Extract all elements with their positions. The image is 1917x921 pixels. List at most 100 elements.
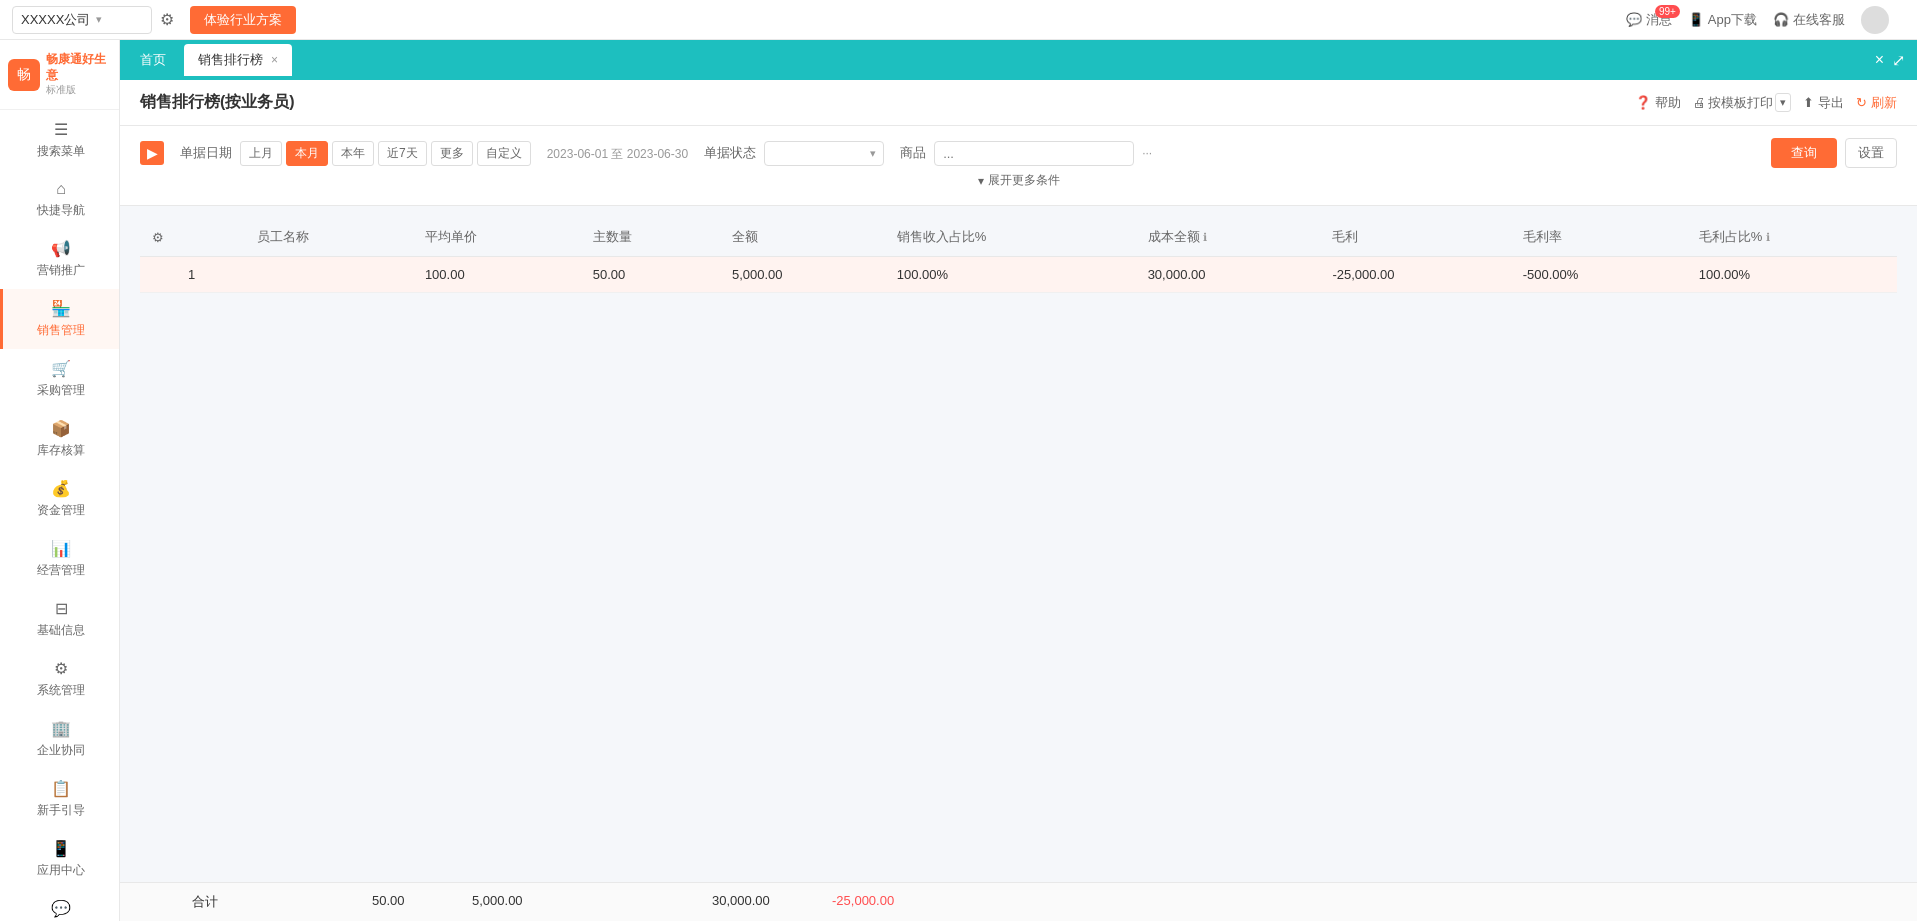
- print-icon: 🖨: [1693, 95, 1706, 110]
- company-name: XXXXX公司: [21, 11, 90, 29]
- col-sales-pct: 销售收入占比%: [885, 218, 1136, 257]
- chevron-down-icon: ▾: [96, 13, 102, 26]
- table-header: ⚙ 员工名称 平均单价 主数量 全额 销售收入占比% 成本全额 ℹ 毛利 毛利率…: [140, 218, 1897, 257]
- company-selector[interactable]: XXXXX公司 ▾: [12, 6, 152, 34]
- sales-icon: 🏪: [51, 299, 71, 318]
- row-avg-price: 100.00: [413, 257, 581, 293]
- sidebar-item-guide[interactable]: 📋 新手引导: [0, 769, 119, 829]
- top-right-actions: 💬 消息 99+ 📱 App下载 🎧 在线客服: [1626, 6, 1905, 34]
- goods-input[interactable]: [934, 141, 1134, 166]
- purchase-icon: 🛒: [51, 359, 71, 378]
- print-chevron-icon[interactable]: ▾: [1775, 93, 1791, 112]
- logo-title: 畅康通好生意: [46, 52, 111, 83]
- help-button[interactable]: ❓ 帮助: [1635, 94, 1681, 112]
- tab-home[interactable]: 首页: [124, 40, 182, 80]
- app-icon: 📱: [51, 839, 71, 858]
- header-row: ⚙ 员工名称 平均单价 主数量 全额 销售收入占比% 成本全额 ℹ 毛利 毛利率…: [140, 218, 1897, 257]
- row-qty: 50.00: [581, 257, 720, 293]
- sidebar-item-search-order[interactable]: ☰ 搜索菜单: [0, 110, 119, 170]
- goods-more-icon[interactable]: ···: [1142, 146, 1152, 160]
- sidebar-label: 搜索菜单: [37, 143, 85, 160]
- date-more[interactable]: 更多: [431, 141, 473, 166]
- date-filter: 单据日期 上月 本月 本年 近7天 更多 自定义: [180, 141, 531, 166]
- goods-filter: 商品 ···: [900, 141, 1152, 166]
- marketing-icon: 📢: [51, 239, 71, 258]
- row-employee: [245, 257, 413, 293]
- date-7days[interactable]: 近7天: [378, 141, 427, 166]
- date-this-year[interactable]: 本年: [332, 141, 374, 166]
- footer-sales-pct: [592, 893, 712, 911]
- sidebar-item-quick-nav[interactable]: ⌂ 快捷导航: [0, 170, 119, 229]
- date-buttons: 上月 本月 本年 近7天 更多 自定义: [240, 141, 531, 166]
- tab-label: 销售排行榜: [198, 51, 263, 69]
- sidebar-item-operation[interactable]: 📊 经营管理: [0, 529, 119, 589]
- sidebar-label: 销售管理: [37, 322, 85, 339]
- window-close-icon[interactable]: ×: [1875, 51, 1884, 69]
- window-expand-icon[interactable]: ⤢: [1892, 51, 1905, 70]
- app-download-button[interactable]: 📱 App下载: [1688, 11, 1757, 29]
- settings-action-button[interactable]: 设置: [1845, 138, 1897, 168]
- sidebar-label: 快捷导航: [37, 202, 85, 219]
- page-title: 销售排行榜(按业务员): [140, 92, 295, 113]
- sidebar-item-sales[interactable]: 🏪 销售管理: [0, 289, 119, 349]
- headset-icon: 🎧: [1773, 12, 1789, 27]
- date-range-text: 2023-06-01 至 2023-06-30: [547, 146, 688, 163]
- sidebar-item-wechat[interactable]: 💬 企业微信: [0, 889, 119, 921]
- sidebar-item-finance[interactable]: 💰 资金管理: [0, 469, 119, 529]
- sidebar-item-marketing[interactable]: 📢 营销推广: [0, 229, 119, 289]
- cost-info-icon[interactable]: ℹ: [1203, 231, 1207, 243]
- footer-row: 合计 50.00 5,000.00 30,000.00 -25,000.00: [152, 893, 1885, 911]
- sidebar-item-basic[interactable]: ⊟ 基础信息: [0, 589, 119, 649]
- top-bar: XXXXX公司 ▾ ⚙ 体验行业方案 💬 消息 99+ 📱 App下载 🎧 在线…: [0, 0, 1917, 40]
- col-amount: 全额: [720, 218, 885, 257]
- tab-bar-right: × ⤢: [1875, 51, 1913, 70]
- settings-icon[interactable]: ⚙: [160, 10, 174, 29]
- filter-area: ▶ 单据日期 上月 本月 本年 近7天 更多 自定义: [120, 126, 1917, 206]
- logo-area: 畅 畅康通好生意 标准版: [0, 40, 119, 110]
- row-settings: [140, 257, 176, 293]
- sidebar-item-app-center[interactable]: 📱 应用中心: [0, 829, 119, 889]
- print-button[interactable]: 🖨 按模板打印 ▾: [1693, 93, 1791, 112]
- status-select[interactable]: [764, 141, 884, 166]
- data-table: ⚙ 员工名称 平均单价 主数量 全额 销售收入占比% 成本全额 ℹ 毛利 毛利率…: [140, 218, 1897, 293]
- sidebar-label: 基础信息: [37, 622, 85, 639]
- col-gross-rate: 毛利率: [1511, 218, 1687, 257]
- row-amount: 5,000.00: [720, 257, 885, 293]
- date-this-month[interactable]: 本月: [286, 141, 328, 166]
- search-icon: ☰: [54, 120, 68, 139]
- content-area: 首页 销售排行榜 × × ⤢ 销售排行榜(按业务员) ❓ 帮助: [120, 40, 1917, 921]
- sidebar-item-system[interactable]: ⚙ 系统管理: [0, 649, 119, 709]
- page-content: 销售排行榜(按业务员) ❓ 帮助 🖨 按模板打印 ▾ ⬆ 导出: [120, 80, 1917, 921]
- footer-amount: 5,000.00: [472, 893, 592, 911]
- page-header: 销售排行榜(按业务员) ❓ 帮助 🖨 按模板打印 ▾ ⬆ 导出: [120, 80, 1917, 126]
- filter-expand-arrow[interactable]: ▶: [140, 141, 164, 165]
- col-qty: 主数量: [581, 218, 720, 257]
- sidebar-item-inventory[interactable]: 📦 库存核算: [0, 409, 119, 469]
- date-custom[interactable]: 自定义: [477, 141, 531, 166]
- query-button[interactable]: 查询: [1771, 138, 1837, 168]
- message-button[interactable]: 💬 消息 99+: [1626, 11, 1672, 29]
- status-label: 单据状态: [704, 144, 756, 162]
- trial-button[interactable]: 体验行业方案: [190, 6, 296, 34]
- export-button[interactable]: ⬆ 导出: [1803, 94, 1844, 112]
- col-gross: 毛利: [1320, 218, 1510, 257]
- date-last-month[interactable]: 上月: [240, 141, 282, 166]
- sidebar-item-enterprise[interactable]: 🏢 企业协同: [0, 709, 119, 769]
- expand-icon: ▾: [978, 174, 984, 188]
- phone-icon: 📱: [1688, 12, 1704, 27]
- expand-button[interactable]: ▾ 展开更多条件: [978, 172, 1060, 189]
- gross-pct-info-icon[interactable]: ℹ: [1766, 231, 1770, 243]
- basic-icon: ⊟: [55, 599, 68, 618]
- tab-sales-ranking[interactable]: 销售排行榜 ×: [184, 44, 292, 76]
- tab-close-icon[interactable]: ×: [271, 53, 278, 67]
- row-sales-pct: 100.00%: [885, 257, 1136, 293]
- refresh-button[interactable]: ↻ 刷新: [1856, 94, 1897, 112]
- message-icon: 💬: [1626, 12, 1642, 27]
- sidebar-label: 应用中心: [37, 862, 85, 879]
- page-header-actions: ❓ 帮助 🖨 按模板打印 ▾ ⬆ 导出 ↻ 刷新: [1635, 93, 1897, 112]
- avatar[interactable]: [1861, 6, 1889, 34]
- logo-subtitle: 标准版: [46, 83, 111, 97]
- sidebar-item-purchase[interactable]: 🛒 采购管理: [0, 349, 119, 409]
- refresh-icon: ↻: [1856, 95, 1867, 110]
- online-service-button[interactable]: 🎧 在线客服: [1773, 11, 1845, 29]
